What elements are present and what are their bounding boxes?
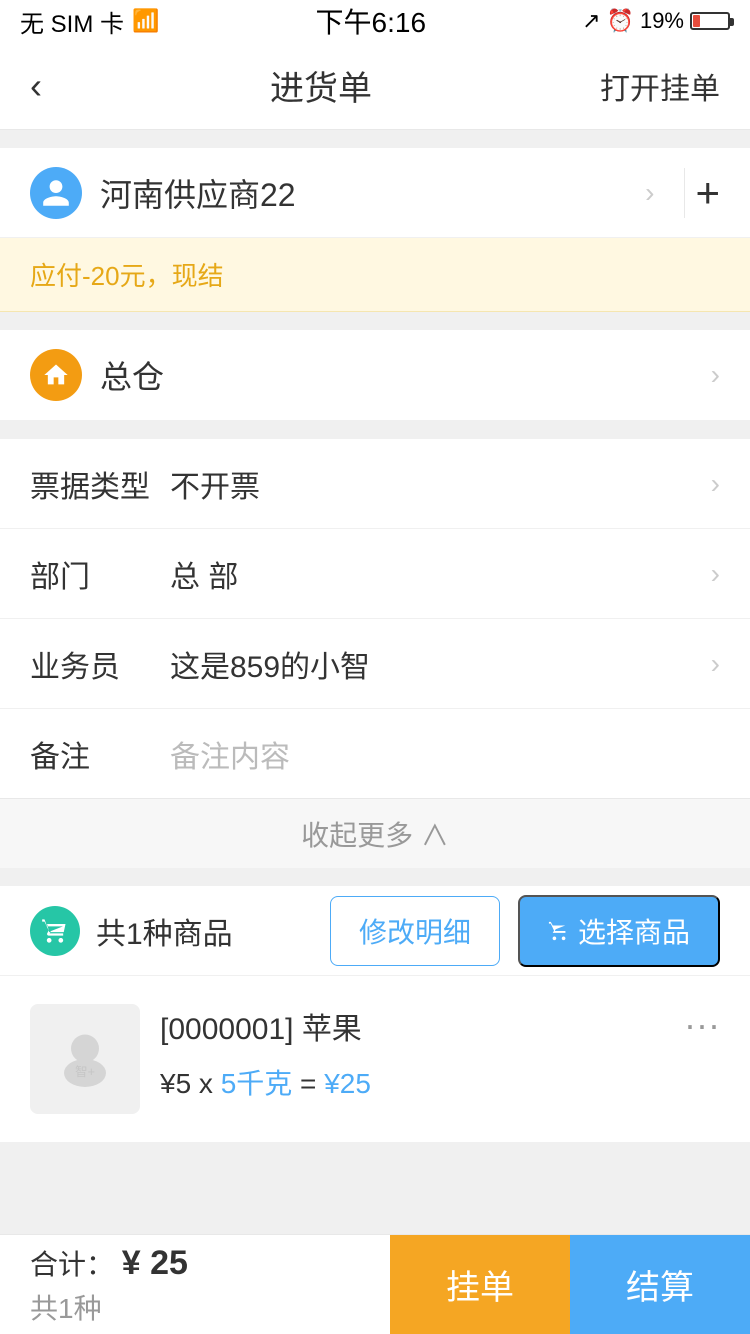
location-icon: ↗	[582, 8, 600, 34]
total-label: 合计：	[30, 1249, 114, 1280]
dept-label: 部门	[30, 552, 150, 596]
back-button[interactable]: ‹	[30, 65, 42, 107]
form-section: 票据类型 不开票 › 部门 总 部 › 业务员 这是859的小智 › 备注 备注…	[0, 438, 750, 798]
battery-percent: 19%	[640, 8, 684, 34]
product-count-icon	[30, 906, 80, 956]
status-bar: 无 SIM 卡 📶 下午6:16 ↗ ⏰ 19%	[0, 0, 750, 42]
dept-arrow: ›	[711, 558, 720, 590]
warehouse-icon	[30, 349, 82, 401]
settle-button[interactable]: 结算	[570, 1235, 750, 1334]
footer: 合计： ¥ 25 共1种 挂单 结算	[0, 1234, 750, 1334]
supplier-arrow: ›	[645, 177, 654, 209]
alarm-icon: ⏰	[607, 8, 634, 34]
nav-bar: ‹ 进货单 打开挂单	[0, 42, 750, 130]
carrier-text: 无 SIM 卡	[20, 4, 124, 39]
product-count-text: 共1种商品	[96, 909, 330, 953]
divider	[684, 168, 685, 218]
add-button[interactable]: +	[695, 172, 720, 214]
product-thumbnail: 智+	[30, 1004, 140, 1114]
select-product-button[interactable]: 选择商品	[518, 895, 720, 967]
total-amount: ¥ 25	[122, 1244, 188, 1282]
collapse-label: 收起更多 ∧	[301, 814, 449, 854]
supplier-avatar	[30, 167, 82, 219]
supplier-row[interactable]: 河南供应商22 › +	[0, 148, 750, 238]
footer-total: 合计： ¥ 25 共1种	[0, 1235, 390, 1334]
warehouse-section: 总仓 ›	[0, 330, 750, 420]
sales-arrow: ›	[711, 648, 720, 680]
status-right: ↗ ⏰ 19%	[582, 8, 730, 34]
sales-row[interactable]: 业务员 这是859的小智 ›	[0, 618, 750, 708]
remark-row[interactable]: 备注 备注内容	[0, 708, 750, 798]
total-unit: 共1种	[30, 1287, 360, 1327]
price-text: ¥5 x	[160, 1068, 221, 1099]
warehouse-arrow: ›	[711, 359, 720, 391]
invoice-arrow: ›	[711, 468, 720, 500]
product-title: 苹果	[302, 1013, 362, 1046]
supplier-section: 河南供应商22 › + 应付-20元，现结	[0, 148, 750, 312]
page-title: 进货单	[270, 61, 372, 110]
hang-label: 挂单	[446, 1260, 514, 1309]
collapse-bar[interactable]: 收起更多 ∧	[0, 798, 750, 868]
notice-bar: 应付-20元，现结	[0, 238, 750, 312]
hang-button[interactable]: 挂单	[390, 1235, 570, 1334]
price-eq: =	[292, 1068, 324, 1099]
settle-label: 结算	[626, 1260, 694, 1309]
status-left: 无 SIM 卡 📶	[20, 4, 159, 39]
dept-value: 总 部	[150, 552, 711, 596]
dept-row[interactable]: 部门 总 部 ›	[0, 528, 750, 618]
product-item: 智+ [0000001] 苹果 ¥5 x 5千克 = ¥25 ···	[0, 976, 750, 1142]
warehouse-name: 总仓	[100, 352, 711, 398]
invoice-label: 票据类型	[30, 462, 150, 506]
person-icon	[40, 177, 72, 209]
status-time: 下午6:16	[316, 1, 427, 41]
product-header: 共1种商品 修改明细 选择商品	[0, 886, 750, 976]
cart-icon	[41, 917, 69, 945]
product-default-icon: 智+	[50, 1024, 120, 1094]
product-more-button[interactable]: ···	[674, 1004, 720, 1046]
sales-value: 这是859的小智	[150, 642, 711, 686]
svg-text:智+: 智+	[75, 1065, 95, 1079]
product-code: [0000001]	[160, 1013, 293, 1046]
select-product-label: 选择商品	[578, 911, 690, 951]
remark-label: 备注	[30, 732, 150, 776]
wifi-icon: 📶	[132, 8, 159, 34]
home-icon	[42, 361, 70, 389]
product-name: [0000001] 苹果	[160, 1004, 654, 1048]
sales-label: 业务员	[30, 642, 150, 686]
warehouse-row[interactable]: 总仓 ›	[0, 330, 750, 420]
battery-icon	[690, 12, 730, 30]
price-total: ¥25	[324, 1068, 371, 1099]
price-qty: 5千克	[221, 1068, 293, 1099]
edit-detail-button[interactable]: 修改明细	[330, 896, 500, 966]
total-row: 合计： ¥ 25	[30, 1243, 360, 1283]
notice-text: 应付-20元，现结	[30, 261, 224, 291]
invoice-row[interactable]: 票据类型 不开票 ›	[0, 438, 750, 528]
battery-fill	[693, 15, 700, 27]
product-info: [0000001] 苹果 ¥5 x 5千克 = ¥25	[160, 1004, 654, 1102]
invoice-value: 不开票	[150, 462, 711, 506]
open-hang-button[interactable]: 打开挂单	[600, 64, 720, 108]
product-price: ¥5 x 5千克 = ¥25	[160, 1062, 654, 1102]
remark-placeholder: 备注内容	[150, 732, 720, 776]
supplier-name: 河南供应商22	[100, 170, 645, 216]
select-icon	[548, 920, 570, 942]
